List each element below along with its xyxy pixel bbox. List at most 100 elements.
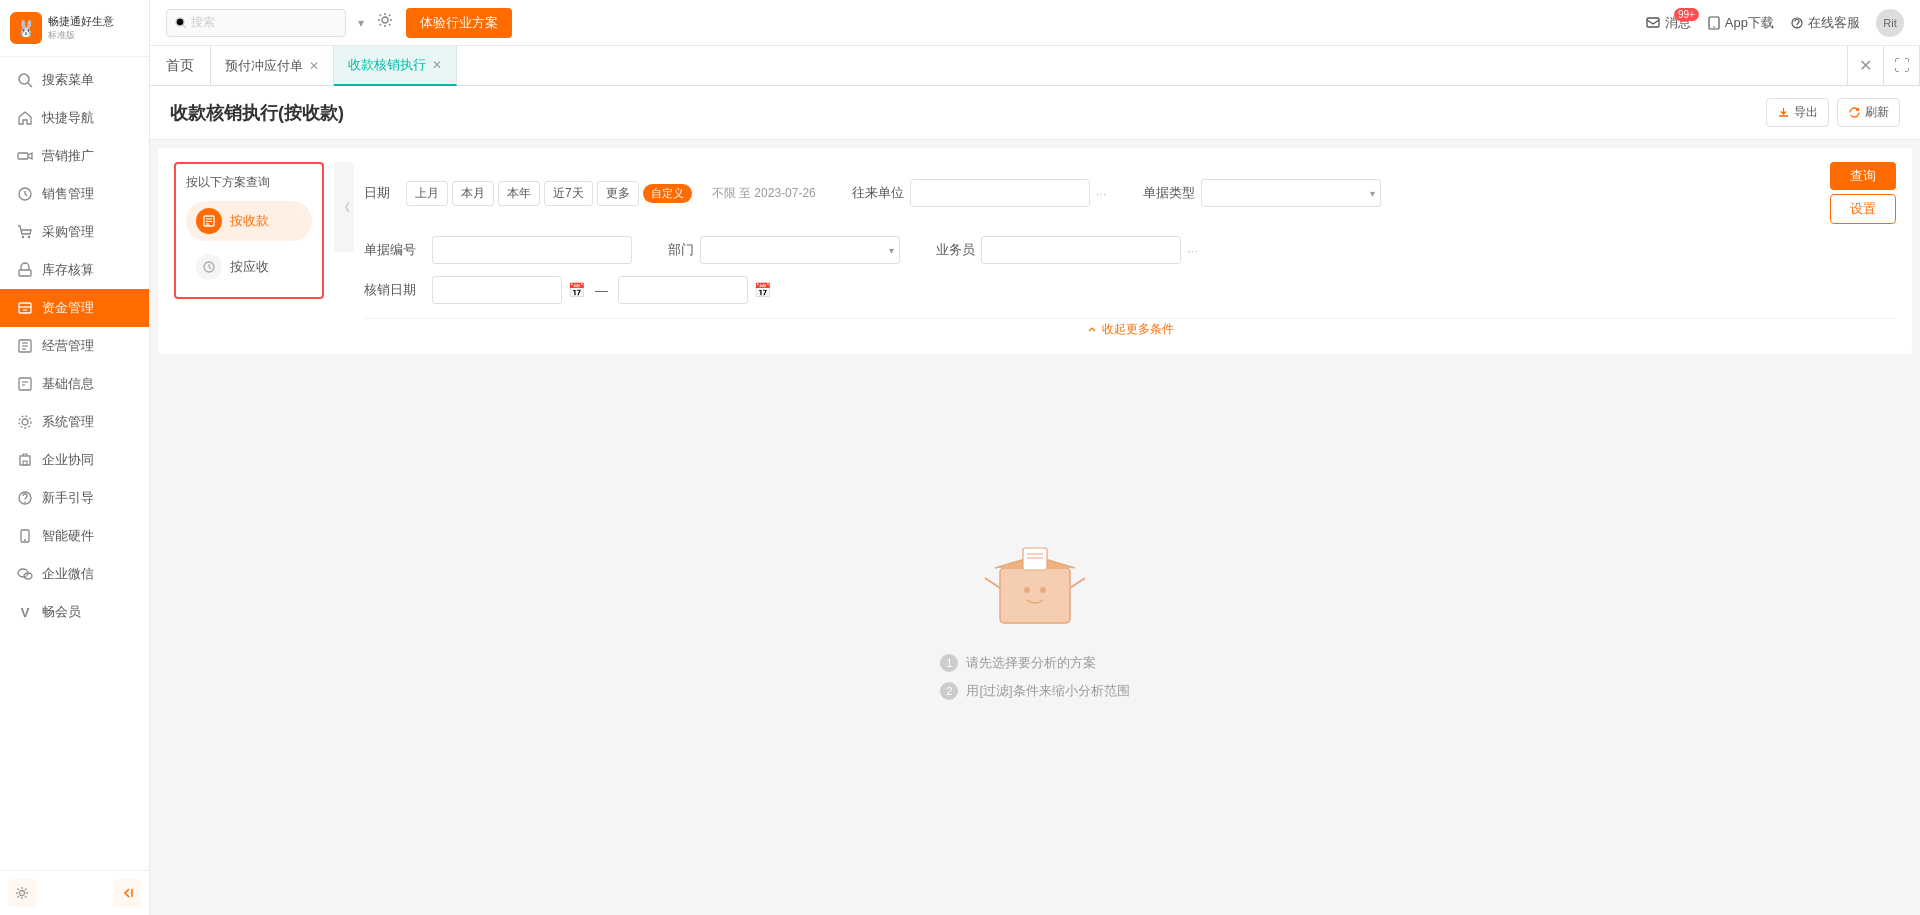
query-by-receipt[interactable]: 按收款 (186, 201, 312, 241)
doc-type-select[interactable] (1201, 179, 1381, 207)
doc-num-input[interactable] (432, 236, 632, 264)
svg-point-36 (1796, 26, 1797, 27)
page-actions: 导出 刷新 (1766, 98, 1900, 127)
tab-writeoff[interactable]: 收款核销执行 ✕ (334, 46, 457, 86)
empty-hint-2: 2 用[过滤]条件来缩小分析范围 (940, 682, 1129, 700)
svg-point-18 (19, 416, 31, 428)
sidebar-item-inventory[interactable]: 库存核算 (0, 251, 149, 289)
date-this-year[interactable]: 本年 (498, 181, 540, 206)
filter-row-2: 单据编号 部门 ▾ 业务员 ··· (364, 236, 1896, 264)
sidebar-item-member[interactable]: V 畅会员 (0, 593, 149, 631)
tab-close-all-icon[interactable]: ✕ (1848, 46, 1884, 86)
staff-label: 业务员 (936, 241, 975, 259)
sidebar-item-search-label: 搜索菜单 (42, 71, 94, 89)
svg-point-5 (28, 236, 30, 238)
marketing-icon (16, 147, 34, 165)
counterpart-input[interactable] (910, 179, 1090, 207)
dept-select[interactable] (700, 236, 900, 264)
message-badge: 99+ (1674, 8, 1699, 21)
sidebar-item-inventory-label: 库存核算 (42, 261, 94, 279)
tab-prepay[interactable]: 预付冲应付单 ✕ (211, 46, 334, 86)
tab-writeoff-close-icon[interactable]: ✕ (432, 58, 442, 72)
query-type-panel: 按以下方案查询 按收款 按应收 (174, 162, 324, 299)
sidebar-settings-icon[interactable] (8, 879, 36, 907)
sidebar-item-operation[interactable]: 经营管理 (0, 327, 149, 365)
hardware-icon (16, 527, 34, 545)
sidebar-item-search[interactable]: 搜索菜单 (0, 61, 149, 99)
date-custom-badge[interactable]: 自定义 (643, 184, 692, 203)
purchase-icon (16, 223, 34, 241)
sidebar-item-finance-label: 资金管理 (42, 299, 94, 317)
date-this-month[interactable]: 本月 (452, 181, 494, 206)
sidebar-item-purchase[interactable]: 采购管理 (0, 213, 149, 251)
writeoff-date-start-cal-icon[interactable]: 📅 (568, 282, 585, 298)
staff-dots[interactable]: ··· (1187, 243, 1198, 258)
topbar-dropdown-icon[interactable]: ▾ (358, 16, 364, 30)
hint-text-2: 用[过滤]条件来缩小分析范围 (966, 682, 1129, 700)
counterpart-dots[interactable]: ··· (1096, 186, 1107, 201)
sidebar-item-quick-nav[interactable]: 快捷导航 (0, 99, 149, 137)
export-button[interactable]: 导出 (1766, 98, 1829, 127)
svg-rect-46 (1023, 548, 1047, 570)
sidebar-item-hardware[interactable]: 智能硬件 (0, 517, 149, 555)
query-type-title: 按以下方案查询 (186, 174, 312, 191)
query-button[interactable]: 查询 (1830, 162, 1896, 190)
solution-button[interactable]: 体验行业方案 (406, 8, 512, 38)
sidebar-item-system-label: 系统管理 (42, 413, 94, 431)
sidebar-item-basic-info[interactable]: 基础信息 (0, 365, 149, 403)
user-avatar[interactable]: Rit (1876, 9, 1904, 37)
sidebar-item-enterprise-label: 企业协同 (42, 451, 94, 469)
date-7days[interactable]: 近7天 (544, 181, 593, 206)
filter-inner: 按以下方案查询 按收款 按应收 (174, 162, 1896, 340)
doc-num-label: 单据编号 (364, 241, 416, 259)
sidebar-collapse-icon[interactable] (113, 879, 141, 907)
sidebar-item-quick-nav-label: 快捷导航 (42, 109, 94, 127)
topbar-search-box: 搜索 (166, 9, 346, 37)
staff-input[interactable] (981, 236, 1181, 264)
dept-section: 部门 ▾ (668, 236, 900, 264)
app-download-button[interactable]: App下载 (1707, 14, 1774, 32)
query-receipt-icon (196, 208, 222, 234)
message-button[interactable]: 消息 99+ (1645, 14, 1691, 32)
sidebar: 🐰 畅捷通好生意 标准版 搜索菜单 快捷导航 营销推广 (0, 0, 150, 915)
sidebar-item-wechat[interactable]: 企业微信 (0, 555, 149, 593)
svg-point-22 (24, 501, 26, 503)
empty-hints: 1 请先选择要分析的方案 2 用[过滤]条件来缩小分析范围 (940, 654, 1129, 700)
system-icon (16, 413, 34, 431)
query-by-receivable[interactable]: 按应收 (186, 247, 312, 287)
refresh-button[interactable]: 刷新 (1837, 98, 1900, 127)
collapse-more-button[interactable]: 收起更多条件 (364, 318, 1896, 340)
query-setting-buttons: 查询 设置 (1830, 162, 1896, 224)
writeoff-date-start[interactable]: 2023-03-01 (432, 276, 562, 304)
svg-point-34 (1713, 26, 1715, 28)
svg-point-24 (24, 539, 26, 541)
sidebar-item-member-label: 畅会员 (42, 603, 81, 621)
sidebar-item-sales[interactable]: 销售管理 (0, 175, 149, 213)
sidebar-item-system[interactable]: 系统管理 (0, 403, 149, 441)
sidebar-item-enterprise[interactable]: 企业协同 (0, 441, 149, 479)
writeoff-date-range: 2023-03-01 📅 — 2023-07-21 📅 (432, 276, 771, 304)
svg-rect-42 (1000, 568, 1070, 623)
filter-row-1: 日期 上月 本月 本年 近7天 更多 自定义 不限 至 2023-07-26 往… (364, 162, 1896, 224)
app-name-group: 畅捷通好生意 标准版 (48, 14, 114, 41)
date-last-month[interactable]: 上月 (406, 181, 448, 206)
date-more[interactable]: 更多 (597, 181, 639, 206)
topbar-gear-icon[interactable] (376, 11, 394, 34)
sidebar-item-finance[interactable]: 资金管理 (0, 289, 149, 327)
filter-area: 按以下方案查询 按收款 按应收 (158, 148, 1912, 354)
sidebar-item-guide[interactable]: 新手引导 (0, 479, 149, 517)
hint-num-1: 1 (940, 654, 958, 672)
writeoff-date-end-cal-icon[interactable]: 📅 (754, 282, 771, 298)
svg-point-17 (22, 419, 28, 425)
panel-collapse-button[interactable]: 《 (334, 162, 354, 252)
counterpart-section: 往来单位 ··· (852, 179, 1107, 207)
main-area: 搜索 ▾ 体验行业方案 消息 99+ App下载 在线客服 Rit (150, 0, 1920, 915)
online-service-button[interactable]: 在线客服 (1790, 14, 1860, 32)
writeoff-date-end[interactable]: 2023-07-21 (618, 276, 748, 304)
setting-button[interactable]: 设置 (1830, 194, 1896, 224)
wechat-icon (16, 565, 34, 583)
tab-expand-icon[interactable]: ⛶ (1884, 46, 1920, 86)
sidebar-item-marketing[interactable]: 营销推广 (0, 137, 149, 175)
tab-home[interactable]: 首页 (150, 46, 211, 86)
tab-prepay-close-icon[interactable]: ✕ (309, 59, 319, 73)
